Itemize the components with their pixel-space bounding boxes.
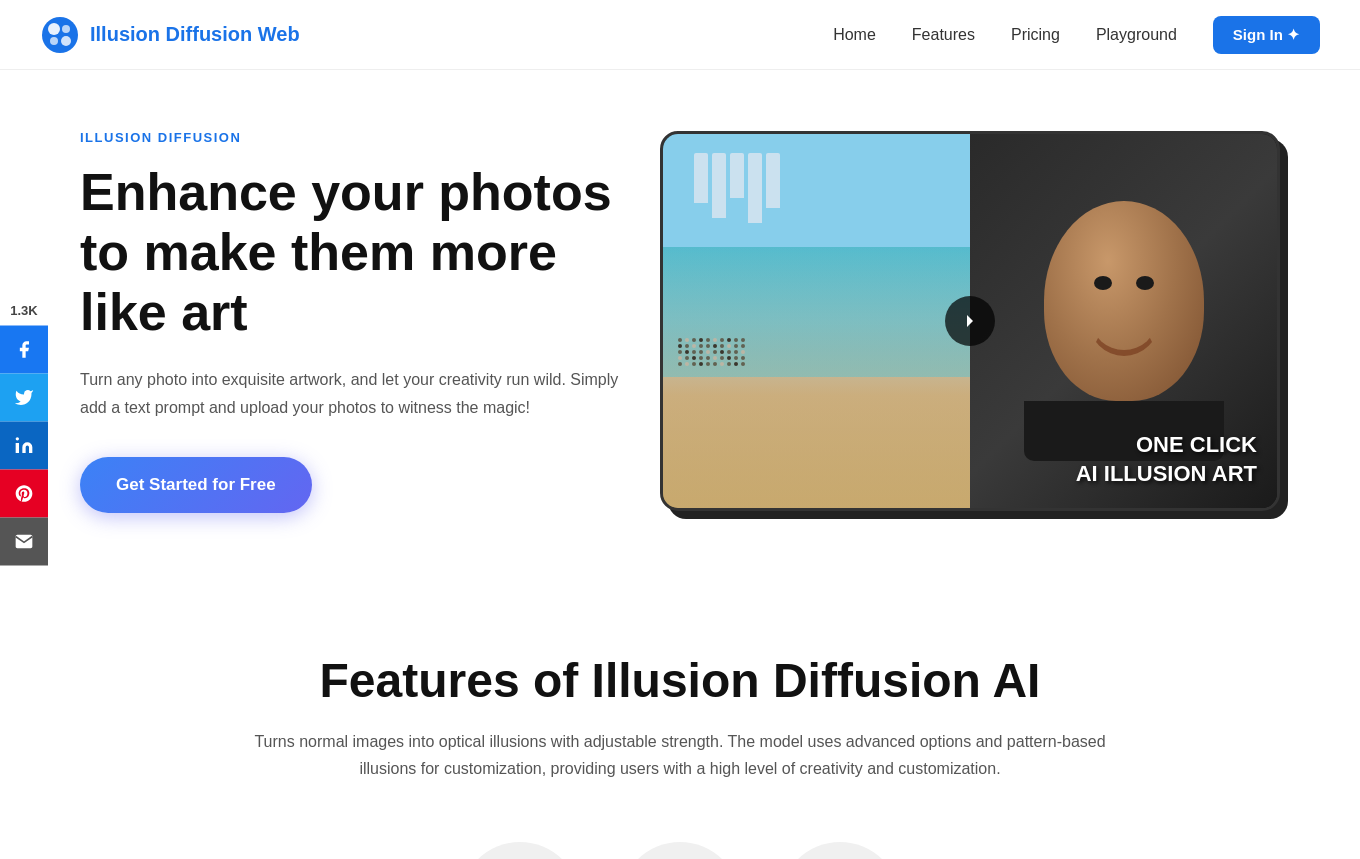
brand-name: Illusion Diffusion Web: [90, 23, 300, 46]
linkedin-share-button[interactable]: [0, 421, 48, 469]
svg-point-5: [16, 437, 19, 440]
beach-image: [663, 134, 970, 508]
feature-card-3: [780, 842, 900, 859]
svg-point-4: [61, 36, 71, 46]
face-smile: [1089, 321, 1159, 356]
facebook-share-button[interactable]: [0, 325, 48, 373]
overlay-line1: ONE CLICK: [1076, 431, 1257, 460]
hero-image-frame: ONE CLICK AI ILLUSION ART: [660, 131, 1280, 511]
hero-title: Enhance your photos to make them more li…: [80, 163, 620, 342]
cta-button[interactable]: Get Started for Free: [80, 457, 312, 513]
face-eye-left: [1094, 276, 1112, 290]
twitter-icon: [14, 387, 34, 407]
feature-card-2: [620, 842, 740, 859]
features-section: Features of Illusion Diffusion AI Turns …: [0, 573, 1360, 859]
arrow-divider: [945, 296, 995, 346]
nav-links: Home Features Pricing Playground Sign In…: [833, 16, 1320, 54]
nav-home[interactable]: Home: [833, 26, 876, 44]
hero-image-inner: ONE CLICK AI ILLUSION ART: [663, 134, 1277, 508]
svg-point-1: [48, 23, 60, 35]
svg-point-3: [50, 37, 58, 45]
signin-button[interactable]: Sign In ✦: [1213, 16, 1320, 54]
facebook-icon: [14, 339, 34, 359]
face-shape: [1024, 201, 1224, 441]
pinterest-icon: [14, 483, 34, 503]
email-icon: [14, 531, 34, 551]
navbar: Illusion Diffusion Web Home Features Pri…: [0, 0, 1360, 70]
nav-playground[interactable]: Playground: [1096, 26, 1177, 44]
face-eye-right: [1136, 276, 1154, 290]
face-image: ONE CLICK AI ILLUSION ART: [970, 134, 1277, 508]
beach-buildings: [694, 153, 780, 223]
social-sidebar: 1.3K: [0, 294, 48, 565]
linkedin-icon: [14, 435, 34, 455]
brand-icon: [40, 15, 80, 55]
features-title: Features of Illusion Diffusion AI: [40, 653, 1320, 708]
hero-content: ILLUSION DIFFUSION Enhance your photos t…: [80, 130, 620, 513]
overlay-line2: AI ILLUSION ART: [1076, 460, 1257, 489]
beach-crowd: [663, 247, 970, 509]
hero-tag: ILLUSION DIFFUSION: [80, 130, 620, 145]
overlay-text: ONE CLICK AI ILLUSION ART: [1076, 431, 1257, 488]
svg-point-2: [62, 25, 70, 33]
features-description: Turns normal images into optical illusio…: [230, 728, 1130, 782]
feature-card-1: [460, 842, 580, 859]
social-count: 1.3K: [0, 294, 48, 325]
features-cards: [40, 842, 1320, 859]
nav-pricing[interactable]: Pricing: [1011, 26, 1060, 44]
svg-point-0: [42, 17, 78, 53]
arrow-icon: [958, 309, 982, 333]
brand-logo[interactable]: Illusion Diffusion Web: [40, 15, 300, 55]
email-share-button[interactable]: [0, 517, 48, 565]
hero-image-container: ONE CLICK AI ILLUSION ART: [660, 131, 1280, 511]
pinterest-share-button[interactable]: [0, 469, 48, 517]
twitter-share-button[interactable]: [0, 373, 48, 421]
hero-section: ILLUSION DIFFUSION Enhance your photos t…: [0, 70, 1360, 573]
people-dots: [678, 338, 954, 482]
face-head: [1044, 201, 1204, 401]
hero-description: Turn any photo into exquisite artwork, a…: [80, 366, 620, 420]
nav-features[interactable]: Features: [912, 26, 975, 44]
